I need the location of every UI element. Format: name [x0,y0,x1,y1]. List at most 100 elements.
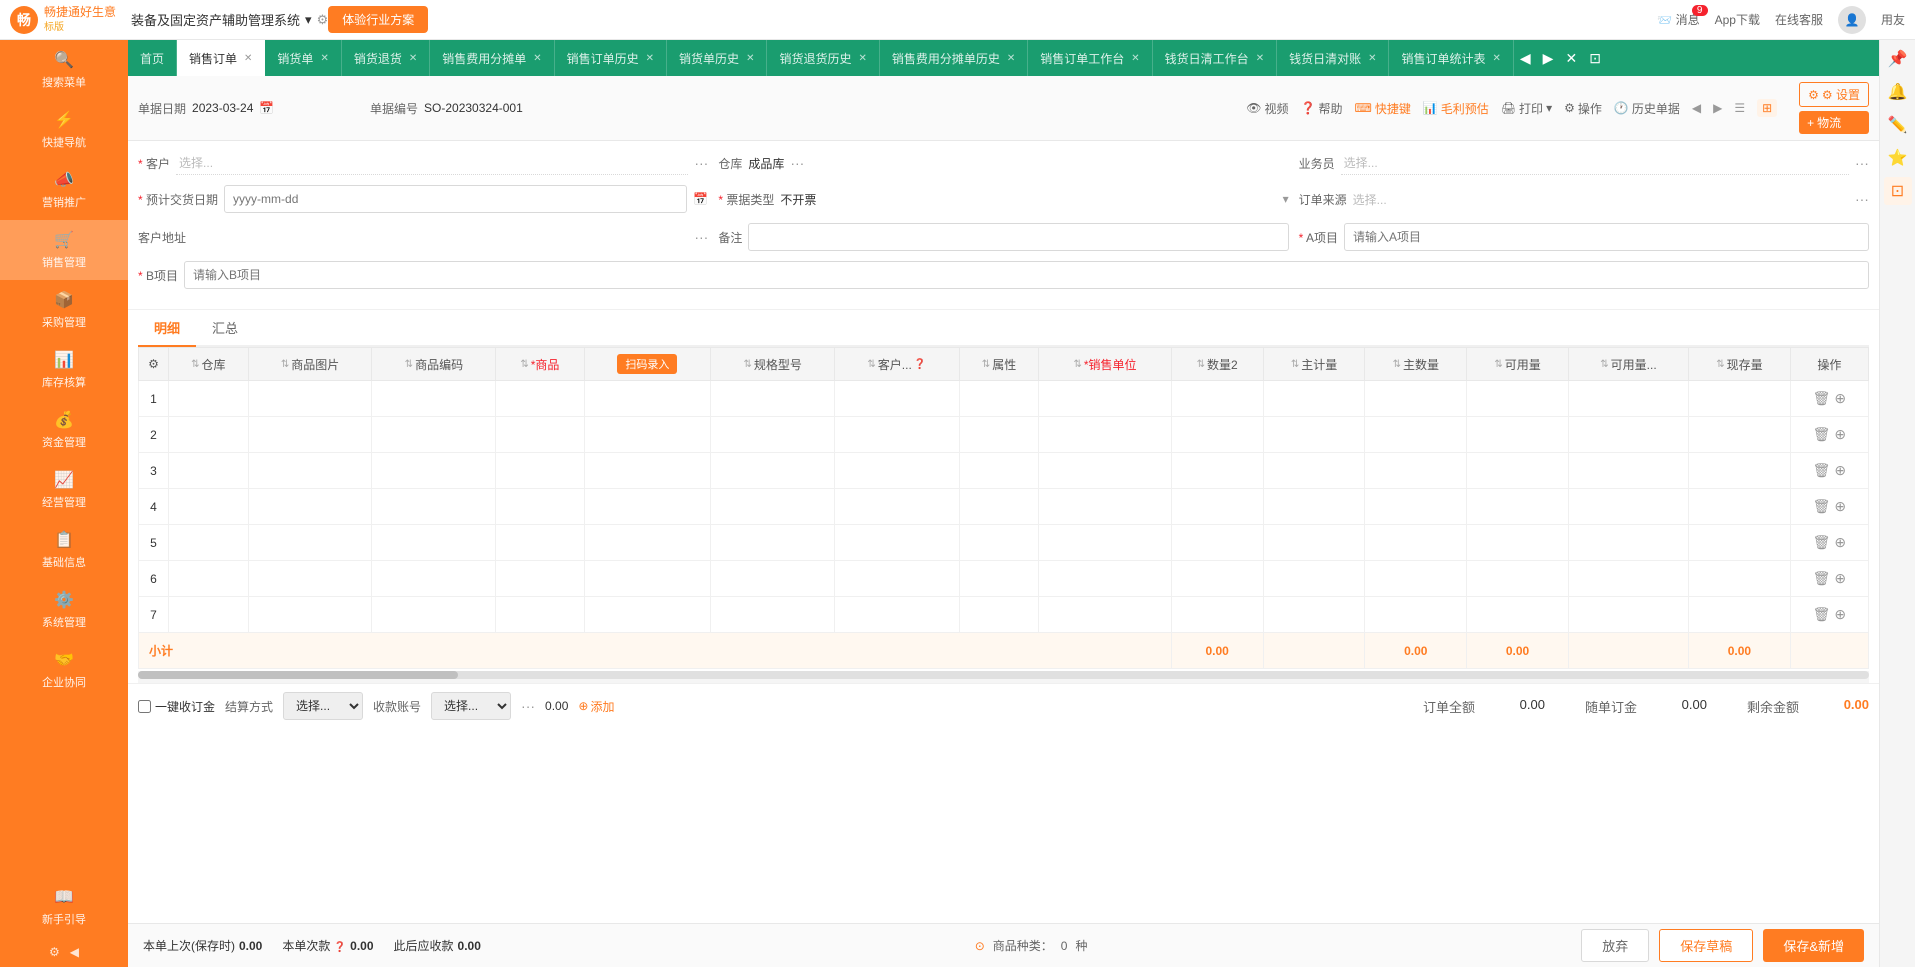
side-tool-edit[interactable]: ✏️ [1884,111,1912,139]
tab-sales-expense[interactable]: 销售费用分摊单 ✕ [430,40,554,76]
tab-order-workbench[interactable]: 销售订单工作台 ✕ [1028,40,1152,76]
tab-sales-order-history-close[interactable]: ✕ [646,53,654,64]
tab-prev-button[interactable]: ◀ [1514,50,1537,67]
row-2-delete-icon[interactable]: 🗑 [1813,426,1831,443]
sidebar-settings-icon[interactable]: ⚙ [49,945,60,959]
sidebar-item-system[interactable]: ⚙️ 系统管理 [0,580,128,640]
sort-qty2-icon[interactable]: ⇅ [1197,359,1205,370]
row-2-copy-icon[interactable]: ⊕ [1834,426,1846,443]
b-project-input[interactable] [184,261,1869,289]
help-this-time-icon[interactable]: ❓ [334,942,346,953]
row-1-delete-icon[interactable]: 🗑 [1813,390,1831,407]
tab-sales-return[interactable]: 销货退货 ✕ [342,40,430,76]
account-more-btn[interactable]: ··· [521,698,535,714]
sort-code-icon[interactable]: ⇅ [405,359,413,370]
tab-sales-return-close[interactable]: ✕ [409,53,417,64]
help-btn[interactable]: ❓ 帮助 [1301,100,1343,117]
tab-sales-stats-close[interactable]: ✕ [1493,53,1501,64]
row-1-copy-icon[interactable]: ⊕ [1834,390,1846,407]
sort-attr-icon[interactable]: ⇅ [982,359,990,370]
table-scrollbar[interactable] [138,671,1869,683]
tab-sales-order-close[interactable]: ✕ [244,53,252,64]
industry-plan-button[interactable]: 体验行业方案 [328,6,428,33]
row-5-delete-icon[interactable]: 🗑 [1813,534,1831,551]
tab-sales-invoice-close[interactable]: ✕ [320,53,328,64]
tab-order-workbench-close[interactable]: ✕ [1131,53,1139,64]
sort-current-icon[interactable]: ⇅ [1716,359,1724,370]
tab-invoice-history[interactable]: 销货单历史 ✕ [667,40,767,76]
tab-sales-order[interactable]: 销售订单 ✕ [177,40,265,76]
sidebar-item-search[interactable]: 🔍 搜索菜单 [0,40,128,100]
message-badge[interactable]: 📨 消息 9 [1657,11,1699,28]
sort-warehouse-icon[interactable]: ⇅ [191,359,199,370]
payment-method-select[interactable]: 选择... [283,692,363,720]
row-6-copy-icon[interactable]: ⊕ [1834,570,1846,587]
sort-spec-icon[interactable]: ⇅ [743,359,751,370]
address-more-btn[interactable]: ··· [694,229,708,245]
tab-sales-expense-close[interactable]: ✕ [533,53,541,64]
tab-next-button[interactable]: ▶ [1537,50,1560,67]
one-click-checkbox-label[interactable]: 一键收订金 [138,698,215,715]
sort-image-icon[interactable]: ⇅ [281,359,289,370]
warehouse-more-btn[interactable]: ··· [790,155,804,171]
side-tool-star[interactable]: ⭐ [1884,144,1912,172]
sort-customer-code-icon[interactable]: ⇅ [867,359,875,370]
sidebar-item-purchase[interactable]: 📦 采购管理 [0,280,128,340]
tab-sales-invoice[interactable]: 销货单 ✕ [265,40,341,76]
row-4-copy-icon[interactable]: ⊕ [1834,498,1846,515]
delivery-date-input[interactable] [224,185,687,213]
history-btn[interactable]: 🕐 历史单据 [1614,100,1680,117]
add-goods-button[interactable]: + 物流 [1799,111,1869,134]
print-btn[interactable]: 🖨 打印 ▾ [1501,100,1552,117]
row-3-delete-icon[interactable]: 🗑 [1813,462,1831,479]
row-7-copy-icon[interactable]: ⊕ [1834,606,1846,623]
view-mode-grid-icon[interactable]: ⊞ [1757,99,1777,117]
side-tool-bell[interactable]: 🔔 [1884,78,1912,106]
tab-summary[interactable]: 汇总 [196,310,254,345]
sort-goods-icon[interactable]: ⇅ [520,359,528,370]
one-click-checkbox[interactable] [138,700,151,713]
side-tool-scan[interactable]: ⊡ [1884,177,1912,205]
avatar[interactable]: 👤 [1838,6,1866,34]
row-3-copy-icon[interactable]: ⊕ [1834,462,1846,479]
sidebar-item-quicknav[interactable]: ⚡ 快捷导航 [0,100,128,160]
side-tool-pin[interactable]: 📌 [1884,45,1912,73]
sort-main-unit-icon[interactable]: ⇅ [1291,359,1299,370]
sidebar-item-sales[interactable]: 🛒 销售管理 [0,220,128,280]
save-new-button[interactable]: 保存&新增 [1763,929,1864,962]
staff-more-btn[interactable]: ··· [1855,155,1869,171]
sidebar-item-basic[interactable]: 📋 基础信息 [0,520,128,580]
delivery-calendar-icon[interactable]: 📅 [693,192,708,206]
operation-btn[interactable]: ⚙ 操作 [1564,100,1602,117]
customer-more-btn[interactable]: ··· [694,155,708,171]
gear-icon[interactable]: ⚙ [317,12,329,28]
tab-cash-workbench[interactable]: 钱货日清工作台 ✕ [1153,40,1277,76]
column-settings-icon[interactable]: ⚙ [148,357,159,371]
chevron-down-icon[interactable]: ▾ [305,12,312,28]
row-5-copy-icon[interactable]: ⊕ [1834,534,1846,551]
tab-expense-history-close[interactable]: ✕ [1007,53,1015,64]
tab-sales-stats[interactable]: 销售订单统计表 ✕ [1389,40,1513,76]
sidebar-collapse-icon[interactable]: ◀ [70,945,79,959]
tab-cash-reconcile[interactable]: 钱货日清对账 ✕ [1277,40,1389,76]
tab-cash-workbench-close[interactable]: ✕ [1256,53,1264,64]
order-source-input[interactable]: 选择... [1353,191,1849,208]
profit-btn[interactable]: 📊 毛利预估 [1423,100,1489,117]
tab-return-history-close[interactable]: ✕ [858,53,866,64]
sort-available2-icon[interactable]: ⇅ [1600,359,1608,370]
tab-sales-order-history[interactable]: 销售订单历史 ✕ [555,40,667,76]
tab-expense-history[interactable]: 销售费用分摊单历史 ✕ [880,40,1028,76]
sort-unit-icon[interactable]: ⇅ [1074,359,1082,370]
row-4-delete-icon[interactable]: 🗑 [1813,498,1831,515]
app-download-link[interactable]: App下载 [1715,11,1760,28]
tab-expand-button[interactable]: ⊡ [1583,50,1607,67]
calendar-icon[interactable]: 📅 [259,101,274,115]
tab-close-all-button[interactable]: ✕ [1559,50,1583,67]
note-input[interactable] [748,223,1288,251]
sidebar-item-operation[interactable]: 📈 经营管理 [0,460,128,520]
nav-next-icon[interactable]: ▶ [1713,101,1722,115]
row-6-delete-icon[interactable]: 🗑 [1813,570,1831,587]
order-source-more-btn[interactable]: ··· [1855,191,1869,207]
tab-invoice-history-close[interactable]: ✕ [746,53,754,64]
scan-input-button[interactable]: 扫码录入 [617,354,677,374]
